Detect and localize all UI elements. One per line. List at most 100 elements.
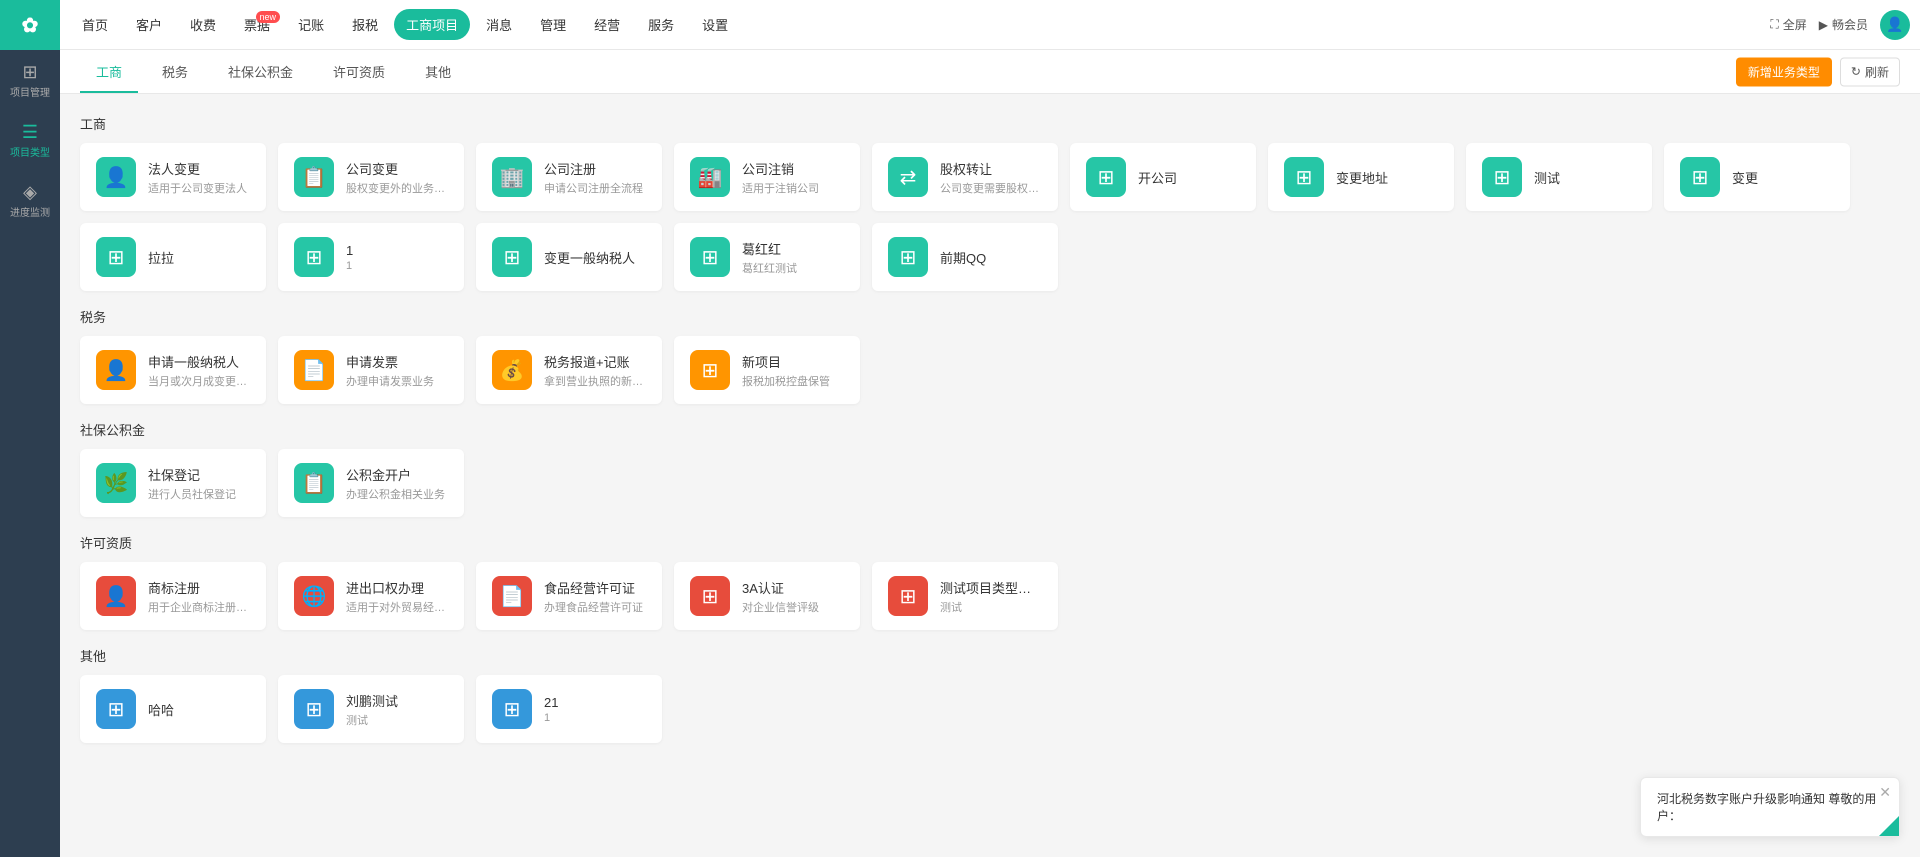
card-text-company-change: 公司变更股权变更外的业务变更	[346, 159, 448, 196]
progress-monitor-icon: ◈	[18, 180, 42, 204]
card-title-new-project: 新项目	[742, 352, 844, 371]
card-icon-lala: ⊞	[96, 237, 136, 277]
cards-grid-other-section: ⊞哈哈⊞刘鹏测试测试 ⊞ 211	[80, 675, 1900, 743]
section-license-section: 许可资质👤商标注册用于企业商标注册服务🌐进出口权办理适用于对外贸易经营者📄食品经…	[80, 533, 1900, 630]
project-type-icon: ☰	[18, 120, 42, 144]
cards-grid-license-section: 👤商标注册用于企业商标注册服务🌐进出口权办理适用于对外贸易经营者📄食品经营许可证…	[80, 562, 1900, 630]
card-icon-import-export: 🌐	[294, 576, 334, 616]
card-apply-taxpayer[interactable]: 👤申请一般纳税人当月或次月成变更完成	[80, 336, 266, 404]
logo-icon: ✿	[22, 13, 39, 38]
card-icon-num21: ⊞	[492, 689, 532, 729]
card-legal-change[interactable]: 👤法人变更适用于公司变更法人	[80, 143, 266, 211]
tab-industrial-tab[interactable]: 工商	[80, 52, 138, 93]
sidebar-item-project-type[interactable]: ☰ 项目类型	[10, 110, 50, 170]
card-text-lala: 拉拉	[148, 248, 250, 267]
card-company-change[interactable]: 📋 公司变更股权变更外的业务变更	[278, 143, 464, 211]
card-food-license[interactable]: 📄食品经营许可证办理食品经营许可证	[476, 562, 662, 630]
nav-item-service[interactable]: 服务	[636, 9, 686, 40]
nav-item-tax[interactable]: 报税	[340, 9, 390, 40]
nav-item-message[interactable]: 消息	[474, 9, 524, 40]
card-company-cancel[interactable]: 🏭公司注销适用于注销公司	[674, 143, 860, 211]
card-subtitle-equity-transfer: 公司变更需要股权转让	[940, 180, 1042, 196]
section-heading-other-section: 其他	[80, 646, 1900, 665]
section-other-section: 其他 ⊞哈哈⊞刘鹏测试测试 ⊞ 211	[80, 646, 1900, 743]
fullscreen-icon: ⛶	[1770, 17, 1778, 32]
card-icon-company-register: 🏢	[492, 157, 532, 197]
card-new-project[interactable]: ⊞新项目报税加税控盘保管	[674, 336, 860, 404]
card-icon-num1: ⊞	[294, 237, 334, 277]
card-liupeng-test[interactable]: ⊞刘鹏测试测试	[278, 675, 464, 743]
card-title-lala: 拉拉	[148, 248, 250, 267]
card-title-qianqi-qq: 前期QQ	[940, 248, 1042, 267]
card-text-apply-invoice: 申请发票办理申请发票业务	[346, 352, 448, 389]
card-lala[interactable]: ⊞ 拉拉	[80, 223, 266, 291]
fullscreen-button[interactable]: ⛶ 全屏	[1770, 16, 1806, 33]
cards-grid-social-section: 🌿社保登记进行人员社保登记📋公积金开户办理公积金相关业务	[80, 449, 1900, 517]
member-button[interactable]: ▶ 畅会员	[1819, 16, 1868, 33]
card-icon-company-change: 📋	[294, 157, 334, 197]
card-text-num21: 211	[544, 695, 646, 724]
tab-other-tab[interactable]: 其他	[409, 52, 467, 93]
tab-tax-tab[interactable]: 税务	[146, 52, 204, 93]
card-text-change-address: 变更地址	[1336, 168, 1438, 187]
card-company-register[interactable]: 🏢公司注册申请公司注册全流程	[476, 143, 662, 211]
fullscreen-label: 全屏	[1783, 16, 1807, 33]
card-change1[interactable]: ⊞变更	[1664, 143, 1850, 211]
nav-item-industrial[interactable]: 工商项目	[394, 9, 470, 40]
section-industrial-section: 工商👤法人变更适用于公司变更法人📋公司变更股权变更外的业务变更🏢公司注册申请公司…	[80, 114, 1900, 291]
card-social-register[interactable]: 🌿社保登记进行人员社保登记	[80, 449, 266, 517]
nav-item-billing[interactable]: 收费	[178, 9, 228, 40]
card-equity-transfer[interactable]: ⇄股权转让公司变更需要股权转让	[872, 143, 1058, 211]
card-text-qianqi-qq: 前期QQ	[940, 248, 1042, 267]
card-mohonghong[interactable]: ⊞葛红红葛红红测试	[674, 223, 860, 291]
card-fund-account[interactable]: 📋公积金开户办理公积金相关业务	[278, 449, 464, 517]
tab-license-tab[interactable]: 许可资质	[317, 52, 401, 93]
card-test-type[interactable]: ⊞测试项目类型目定义测试	[872, 562, 1058, 630]
tab-bar: 工商税务社保公积金许可资质其他 新增业务类型 ↻ 刷新	[60, 50, 1920, 94]
card-3a-cert[interactable]: ⊞3A认证对企业信誉评级	[674, 562, 860, 630]
nav-item-customer[interactable]: 客户	[124, 9, 174, 40]
add-type-button[interactable]: 新增业务类型	[1736, 57, 1832, 86]
card-icon-food-license: 📄	[492, 576, 532, 616]
card-title-change1: 变更	[1732, 168, 1834, 187]
card-subtitle-company-register: 申请公司注册全流程	[544, 180, 646, 196]
card-haha[interactable]: ⊞哈哈	[80, 675, 266, 743]
nav-item-invoice[interactable]: 票据new	[232, 9, 282, 40]
nav-item-home[interactable]: 首页	[70, 9, 120, 40]
card-num1[interactable]: ⊞11	[278, 223, 464, 291]
card-qianqi-qq[interactable]: ⊞前期QQ	[872, 223, 1058, 291]
project-manage-label: 项目管理	[10, 88, 50, 100]
card-tax-declare[interactable]: 💰税务报道+记账拿到营业执照的新公司	[476, 336, 662, 404]
tab-items: 工商税务社保公积金许可资质其他	[80, 52, 475, 93]
card-icon-apply-taxpayer: 👤	[96, 350, 136, 390]
card-open-company[interactable]: ⊞开公司	[1070, 143, 1256, 211]
card-icon-apply-invoice: 📄	[294, 350, 334, 390]
refresh-button[interactable]: ↻ 刷新	[1840, 57, 1900, 86]
avatar[interactable]: 👤	[1880, 10, 1910, 40]
notification-close-button[interactable]: ✕	[1879, 784, 1891, 801]
sidebar-item-project-manage[interactable]: ⊞ 项目管理	[10, 50, 50, 110]
card-apply-invoice[interactable]: 📄 申请发票办理申请发票业务	[278, 336, 464, 404]
card-subtitle-tax-declare: 拿到营业执照的新公司	[544, 373, 646, 389]
card-change-taxpayer[interactable]: ⊞变更一般纳税人	[476, 223, 662, 291]
sidebar-logo: ✿	[0, 0, 60, 50]
nav-item-manage[interactable]: 管理	[528, 9, 578, 40]
card-text-equity-transfer: 股权转让公司变更需要股权转让	[940, 159, 1042, 196]
nav-item-operation[interactable]: 经营	[582, 9, 632, 40]
card-trademark-register[interactable]: 👤商标注册用于企业商标注册服务	[80, 562, 266, 630]
sidebar-item-progress-monitor[interactable]: ◈ 进度监测	[10, 170, 50, 230]
card-subtitle-num21: 1	[544, 712, 646, 724]
card-import-export[interactable]: 🌐进出口权办理适用于对外贸易经营者	[278, 562, 464, 630]
nav-item-settings[interactable]: 设置	[690, 9, 740, 40]
card-text-open-company: 开公司	[1138, 168, 1240, 187]
card-subtitle-legal-change: 适用于公司变更法人	[148, 180, 250, 196]
tab-social-tab[interactable]: 社保公积金	[212, 52, 309, 93]
card-text-fund-account: 公积金开户办理公积金相关业务	[346, 465, 448, 502]
card-subtitle-apply-invoice: 办理申请发票业务	[346, 373, 448, 389]
card-test1[interactable]: ⊞测试	[1466, 143, 1652, 211]
tab-bar-actions: 新增业务类型 ↻ 刷新	[1736, 57, 1900, 86]
card-icon-change-address: ⊞	[1284, 157, 1324, 197]
card-num21[interactable]: ⊞ 211	[476, 675, 662, 743]
card-change-address[interactable]: ⊞ 变更地址	[1268, 143, 1454, 211]
nav-item-bookkeeping[interactable]: 记账	[286, 9, 336, 40]
